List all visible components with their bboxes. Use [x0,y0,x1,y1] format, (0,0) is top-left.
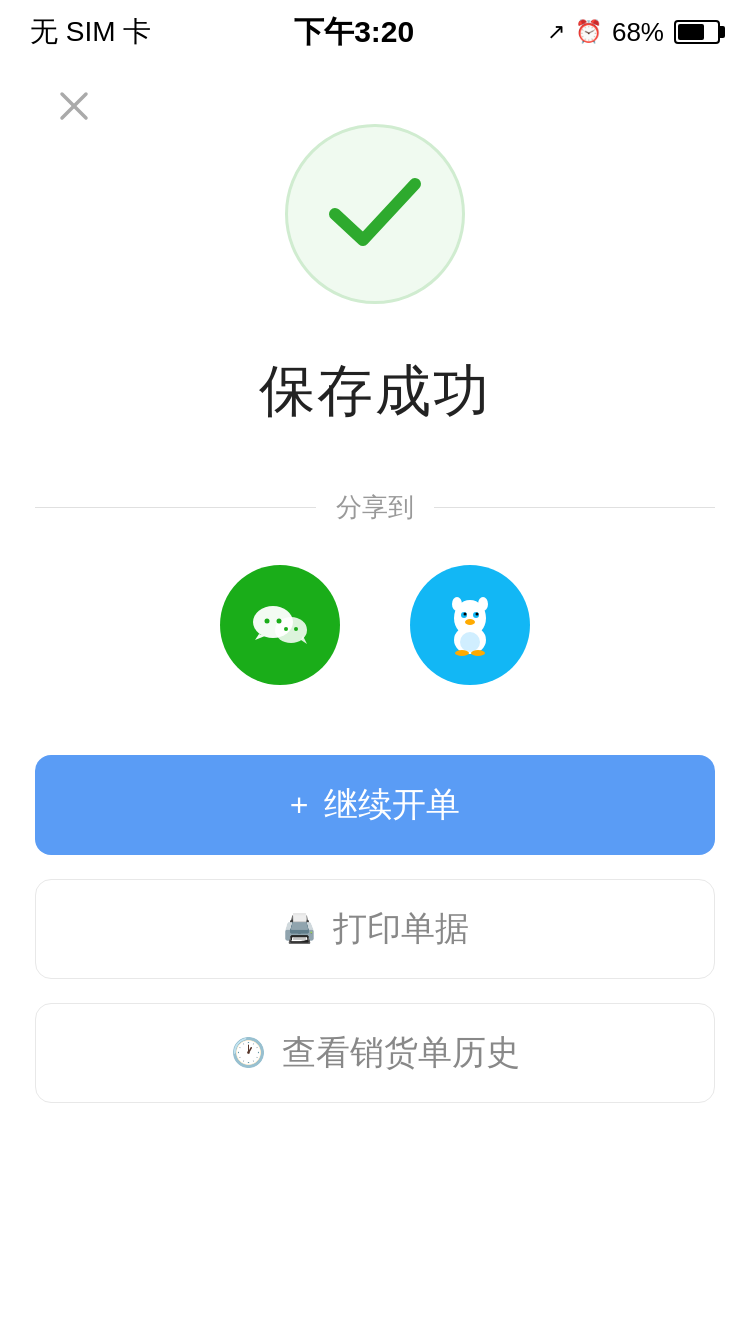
status-carrier: 无 SIM 卡 [30,13,161,51]
svg-point-13 [476,613,479,616]
carrier-text: 无 SIM 卡 [30,13,151,51]
status-bar: 无 SIM 卡 下午3:20 ↗ ⏰ 68% [0,0,750,64]
success-title: 保存成功 [259,354,491,430]
success-circle [285,124,465,304]
share-label: 分享到 [336,490,414,525]
plus-icon: + [290,789,309,821]
status-time: 下午3:20 [294,12,414,53]
clock-icon: 🕐 [231,1039,266,1067]
continue-button[interactable]: + 继续开单 [35,755,715,855]
share-icons [35,565,715,685]
battery-icon [674,20,720,44]
print-icon: 🖨️ [282,915,317,943]
print-label: 打印单据 [333,906,469,952]
battery-fill [678,24,704,40]
actions-section: + 继续开单 🖨️ 打印单据 🕐 查看销货单历史 [35,755,715,1103]
battery-percentage: 68% [612,17,664,48]
history-label: 查看销货单历史 [282,1030,520,1076]
svg-point-18 [471,650,485,656]
close-button[interactable] [48,80,100,132]
divider-right [434,507,715,508]
divider-left [35,507,316,508]
svg-point-20 [478,597,488,611]
share-divider: 分享到 [35,490,715,525]
svg-point-5 [265,619,270,624]
continue-label: 继续开单 [324,782,460,828]
wechat-share-button[interactable] [220,565,340,685]
checkmark-icon [325,172,425,256]
svg-point-16 [460,632,480,652]
svg-point-12 [464,613,467,616]
location-icon: ↗ [547,19,565,45]
svg-point-8 [294,627,298,631]
share-section: 分享到 [35,490,715,685]
status-indicators: ↗ ⏰ 68% [547,17,720,48]
qq-share-button[interactable] [410,565,530,685]
alarm-icon: ⏰ [575,19,602,45]
main-content: 保存成功 分享到 [0,64,750,1103]
svg-point-14 [465,619,475,625]
history-button[interactable]: 🕐 查看销货单历史 [35,1003,715,1103]
svg-point-17 [455,650,469,656]
svg-point-7 [284,627,288,631]
svg-point-19 [452,597,462,611]
print-button[interactable]: 🖨️ 打印单据 [35,879,715,979]
svg-point-6 [277,619,282,624]
